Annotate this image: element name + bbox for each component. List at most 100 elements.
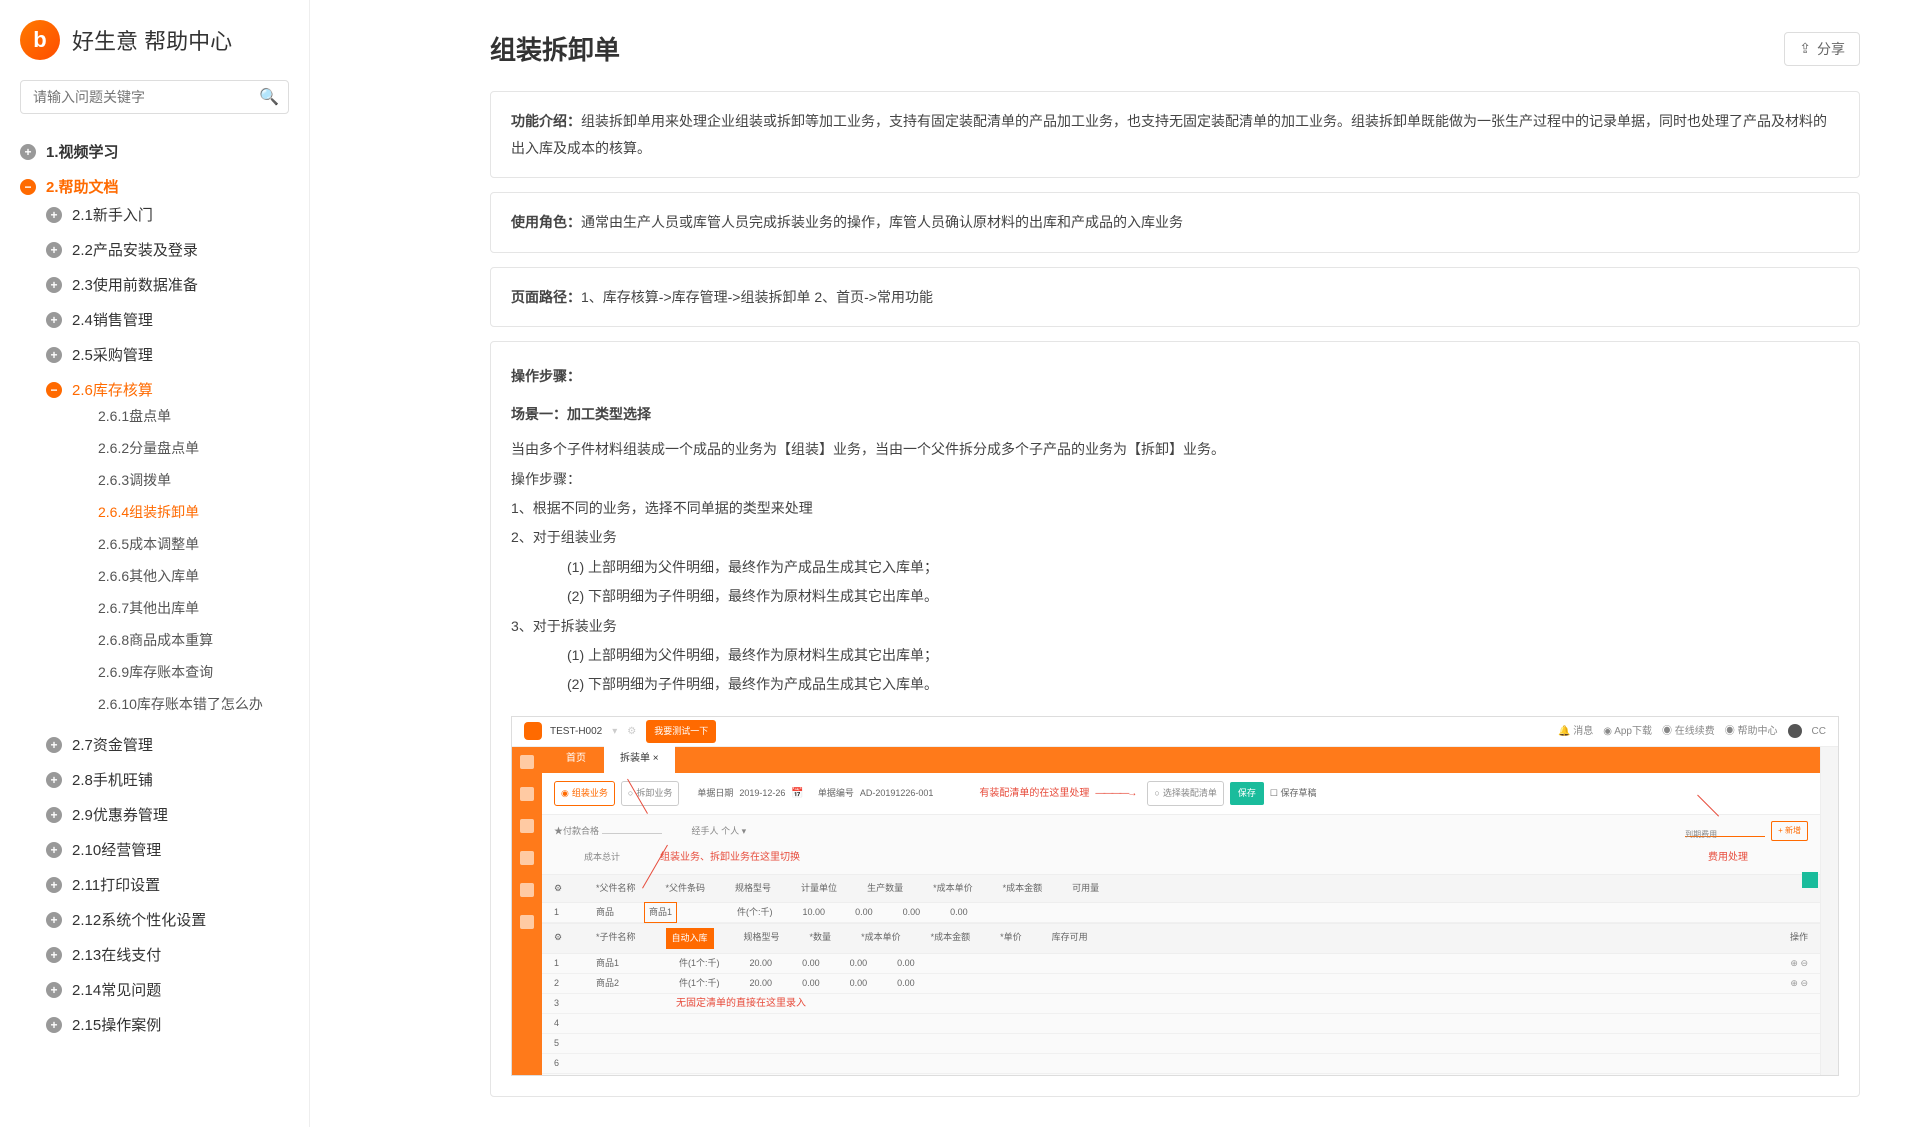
ss-tab-home: 首页 bbox=[550, 744, 602, 773]
steps-title: 操作步骤： bbox=[511, 362, 1839, 391]
ss-add-btn: + 新增 bbox=[1771, 821, 1808, 842]
nav-docs[interactable]: −2.帮助文档 bbox=[20, 176, 289, 197]
plus-icon: + bbox=[46, 912, 62, 928]
ss-child-row-1: 1 商品1 件(1个:千) 20.00 0.00 0.00 0.00 ⊕ ⊖ bbox=[542, 954, 1820, 974]
nav-2-6-7[interactable]: 2.6.7其他出库单 bbox=[98, 592, 289, 624]
plus-icon: + bbox=[46, 772, 62, 788]
ss-totals: 50.00 0.00 0.00 0.00 bbox=[542, 1074, 1820, 1076]
row-action-icon: ⊕ ⊖ bbox=[1790, 954, 1808, 973]
nav-2-6-8[interactable]: 2.6.8商品成本重算 bbox=[98, 624, 289, 656]
ss-topbar: TEST-H002 ▾ ⚙ 我要测试一下 🔔 消息 ◉ App下载 ◉ 在线续费… bbox=[512, 717, 1838, 747]
intro-label: 功能介绍： bbox=[511, 113, 581, 129]
arrow-right-icon: ————→ bbox=[1095, 783, 1135, 804]
ss-toolbar: ◉ 组装业务 ○ 拆卸业务 单据日期 2019-12-26 📅 单据编号 AD-… bbox=[542, 773, 1820, 815]
nav-2-6-9[interactable]: 2.6.9库存账本查询 bbox=[98, 656, 289, 688]
ss-empty-row-6: 6 bbox=[542, 1054, 1820, 1074]
nav-2-5[interactable]: +2.5采购管理 bbox=[46, 344, 289, 365]
ss-logo-icon bbox=[524, 722, 542, 740]
nav-2-9[interactable]: +2.9优惠券管理 bbox=[46, 804, 289, 825]
step-2a: (1) 上部明细为父件明细，最终作为产成品生成其它入库单； bbox=[511, 553, 1839, 582]
ss-top-right: 🔔 消息 ◉ App下载 ◉ 在线续费 ◉ 帮助中心 CC bbox=[1558, 721, 1826, 742]
ss-try-button: 我要测试一下 bbox=[646, 720, 716, 743]
share-button[interactable]: ⇪ 分享 bbox=[1784, 32, 1860, 66]
ss-row-2: ★付款合格 经手人 个人 ▾ 到期费用 + 新增 bbox=[542, 815, 1820, 848]
plus-icon: + bbox=[46, 347, 62, 363]
ss-tabs: 首页 拆装单 × bbox=[542, 747, 1820, 773]
plus-icon: + bbox=[46, 207, 62, 223]
nav-2-6-1[interactable]: 2.6.1盘点单 bbox=[98, 400, 289, 432]
step-2b: (2) 下部明细为子件明细，最终作为原材料生成其它出库单。 bbox=[511, 582, 1839, 611]
ss-child-tab: 自动入库 bbox=[666, 928, 714, 949]
nav-2-13[interactable]: +2.13在线支付 bbox=[46, 944, 289, 965]
nav-2-1[interactable]: +2.1新手入门 bbox=[46, 204, 289, 225]
nav-2-6-2[interactable]: 2.6.2分量盘点单 bbox=[98, 432, 289, 464]
brand-title: 好生意 帮助中心 bbox=[72, 24, 232, 56]
ss-save-button: 保存 bbox=[1230, 782, 1264, 805]
scene-desc: 当由多个子件材料组装成一个成品的业务为【组装】业务，当由一个父件拆分成多个子产品… bbox=[511, 435, 1839, 464]
sidebar: b 好生意 帮助中心 🔍 +1.视频学习 −2.帮助文档 +2.1新手入门 +2… bbox=[0, 0, 310, 1127]
ss-tab-active: 拆装单 × bbox=[604, 744, 675, 773]
content-box: 操作步骤： 场景一：加工类型选择 当由多个子件材料组装成一个成品的业务为【组装】… bbox=[490, 341, 1860, 1096]
path-label: 页面路径： bbox=[511, 289, 581, 305]
nav-2-12[interactable]: +2.12系统个性化设置 bbox=[46, 909, 289, 930]
role-box: 使用角色：通常由生产人员或库管人员完成拆装业务的操作，库管人员确认原材料的出库和… bbox=[490, 192, 1860, 253]
nav-2-10[interactable]: +2.10经营管理 bbox=[46, 839, 289, 860]
nav-2-11[interactable]: +2.11打印设置 bbox=[46, 874, 289, 895]
gear-icon: ⚙ bbox=[627, 721, 636, 742]
role-label: 使用角色： bbox=[511, 214, 581, 230]
ss-parent-head: ⚙ *父件名称 *父件条码 规格型号 计量单位 生产数量 *成本单价 *成本金额… bbox=[542, 874, 1820, 903]
ss-date-label: 单据日期 bbox=[697, 784, 733, 803]
ss-child-row-2: 2 商品2 件(1个:千) 20.00 0.00 0.00 0.00 ⊕ ⊖ bbox=[542, 974, 1820, 994]
ss-annot-1: 有装配清单的在这里处理 bbox=[979, 783, 1089, 804]
nav-2-6-3[interactable]: 2.6.3调拨单 bbox=[98, 464, 289, 496]
step-2: 2、对于组装业务 bbox=[511, 523, 1839, 552]
nav-2-3[interactable]: +2.3使用前数据准备 bbox=[46, 274, 289, 295]
path-text: 1、库存核算->库存管理->组装拆卸单 2、首页->常用功能 bbox=[581, 289, 933, 305]
ss-btn-gen: ○ 选择装配清单 bbox=[1147, 781, 1223, 806]
ss-row-3: 成本总计 组装业务、拆卸业务在这里切换 费用处理 bbox=[542, 847, 1820, 874]
nav-2-6-6[interactable]: 2.6.6其他入库单 bbox=[98, 560, 289, 592]
ss-renew: ◉ 在线续费 bbox=[1662, 721, 1715, 742]
step-1: 1、根据不同的业务，选择不同单据的类型来处理 bbox=[511, 494, 1839, 523]
brand-logo: b bbox=[20, 20, 60, 60]
plus-icon: + bbox=[46, 982, 62, 998]
ss-date-val: 2019-12-26 bbox=[739, 784, 785, 803]
plus-icon: + bbox=[46, 312, 62, 328]
step-3a: (1) 上部明细为父件明细，最终作为原材料生成其它出库单； bbox=[511, 641, 1839, 670]
ss-msg: 🔔 消息 bbox=[1558, 721, 1593, 742]
plus-icon: + bbox=[20, 144, 36, 160]
ss-draft-button: ☐ 保存草稿 bbox=[1270, 784, 1317, 803]
intro-box: 功能介绍：组装拆卸单用来处理企业组装或拆卸等加工业务，支持有固定装配清单的产品加… bbox=[490, 91, 1860, 178]
nav-2-6-5[interactable]: 2.6.5成本调整单 bbox=[98, 528, 289, 560]
embedded-screenshot: TEST-H002 ▾ ⚙ 我要测试一下 🔔 消息 ◉ App下载 ◉ 在线续费… bbox=[511, 716, 1839, 1076]
search-box: 🔍 bbox=[20, 80, 289, 114]
nav-2-6-4[interactable]: 2.6.4组装拆卸单 bbox=[98, 496, 289, 528]
search-icon[interactable]: 🔍 bbox=[259, 87, 279, 107]
minus-icon: − bbox=[20, 179, 36, 195]
report-icon bbox=[520, 915, 534, 929]
nav-2-15[interactable]: +2.15操作案例 bbox=[46, 1014, 289, 1035]
nav-2-14[interactable]: +2.14常见问题 bbox=[46, 979, 289, 1000]
plus-icon: + bbox=[46, 877, 62, 893]
plus-icon: + bbox=[46, 737, 62, 753]
nav-2-2[interactable]: +2.2产品安装及登录 bbox=[46, 239, 289, 260]
search-input[interactable] bbox=[20, 80, 289, 114]
nav-video[interactable]: +1.视频学习 bbox=[20, 141, 289, 162]
ss-test-id: TEST-H002 bbox=[550, 721, 602, 742]
ss-r3-label: 成本总计 bbox=[584, 848, 620, 867]
nav-sub2: 2.6.1盘点单 2.6.2分量盘点单 2.6.3调拨单 2.6.4组装拆卸单 … bbox=[46, 400, 289, 720]
ss-side-right bbox=[1820, 747, 1838, 1075]
nav-2-8[interactable]: +2.8手机旺铺 bbox=[46, 769, 289, 790]
bag-icon bbox=[520, 851, 534, 865]
ss-r2-2: 经手人 个人 ▾ bbox=[692, 822, 747, 841]
main-content: 组装拆卸单 ⇪ 分享 功能介绍：组装拆卸单用来处理企业组装或拆卸等加工业务，支持… bbox=[310, 0, 1920, 1127]
nav-2-6[interactable]: −2.6库存核算 bbox=[46, 379, 289, 400]
nav-2-6-10[interactable]: 2.6.10库存账本错了怎么办 bbox=[98, 688, 289, 720]
doc-icon bbox=[520, 883, 534, 897]
nav-2-7[interactable]: +2.7资金管理 bbox=[46, 734, 289, 755]
nav-2-4[interactable]: +2.4销售管理 bbox=[46, 309, 289, 330]
ss-help: ◉ 帮助中心 bbox=[1725, 721, 1778, 742]
plus-icon: + bbox=[46, 242, 62, 258]
ss-r2-3: 到期费用 + 新增 bbox=[1685, 821, 1808, 842]
share-label: 分享 bbox=[1817, 39, 1845, 59]
